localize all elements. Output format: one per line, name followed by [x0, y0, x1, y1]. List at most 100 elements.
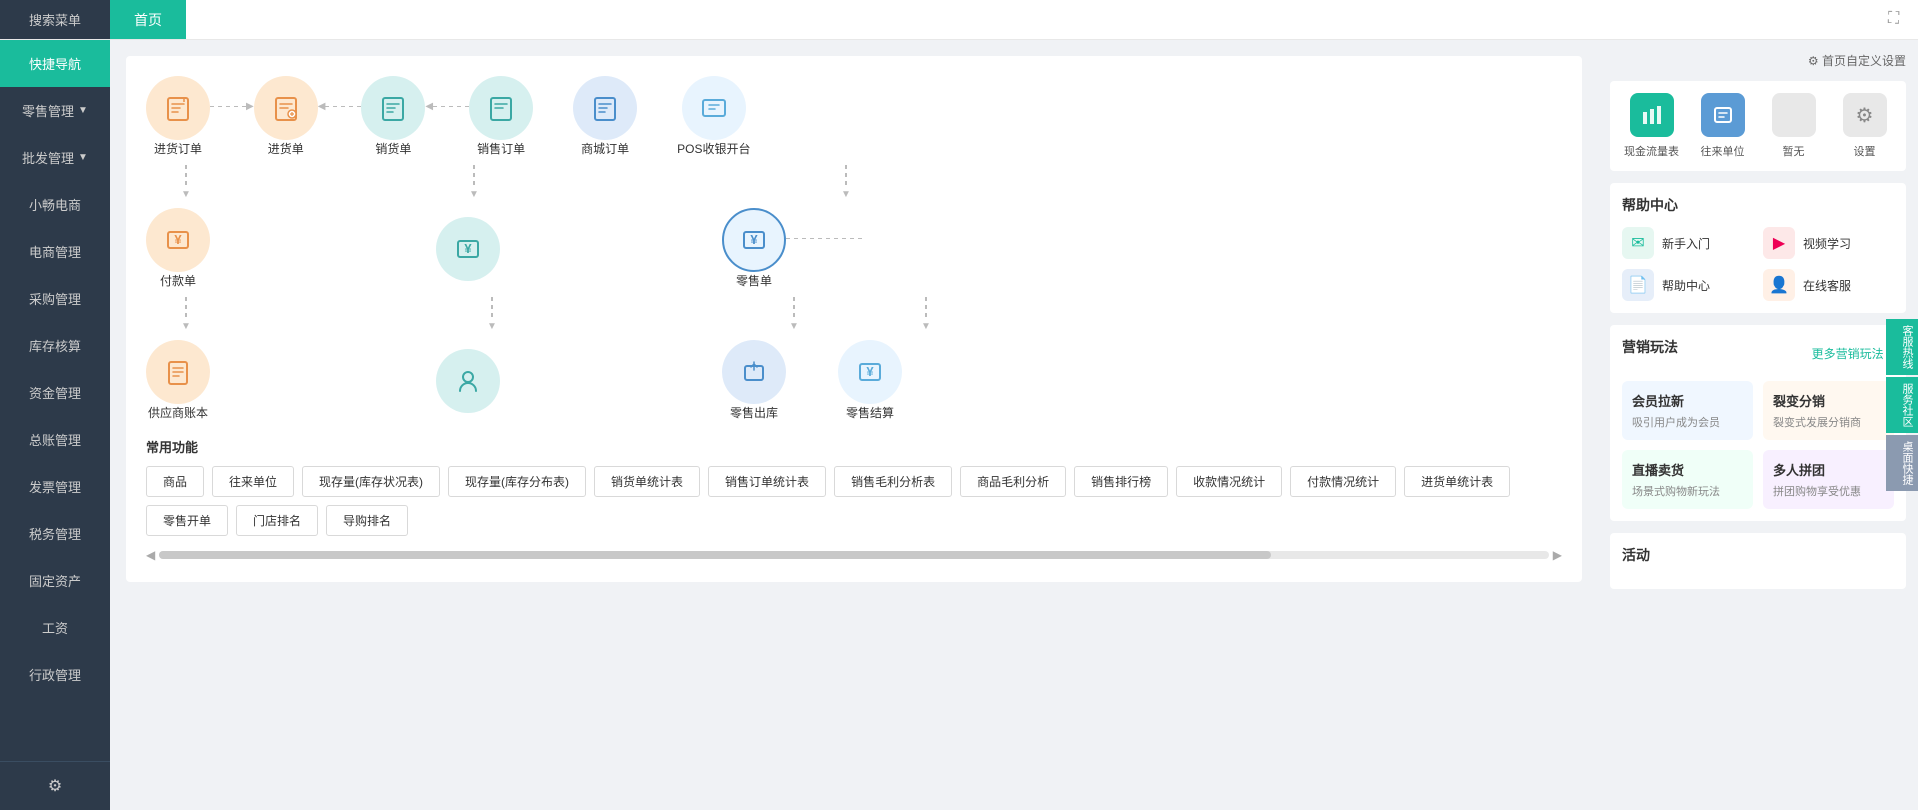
- sidebar-item-xiaochang[interactable]: 小畅电商: [0, 181, 110, 228]
- help-item-service[interactable]: 👤 在线客服: [1763, 269, 1894, 301]
- more-marketing-link[interactable]: 更多营销玩法 >: [1812, 345, 1894, 362]
- sidebar-item-tax[interactable]: 税务管理: [0, 510, 110, 557]
- sidebar-item-ecommerce[interactable]: 电商管理: [0, 228, 110, 275]
- func-btn-14[interactable]: 导购排名: [326, 505, 408, 536]
- func-btn-5[interactable]: 销售订单统计表: [708, 466, 826, 497]
- func-btn-11[interactable]: 进货单统计表: [1404, 466, 1510, 497]
- node-shoukuan[interactable]: ¥: [436, 217, 500, 281]
- node-xiaoshou-dingdan[interactable]: 销售订单: [469, 76, 533, 157]
- sidebar-item-finance[interactable]: 资金管理: [0, 369, 110, 416]
- sidebar-item-invoice[interactable]: 发票管理: [0, 463, 110, 510]
- sidebar-item-salary[interactable]: 工资: [0, 604, 110, 651]
- mkt-item-group[interactable]: 多人拼团 拼团购物享受优惠: [1763, 450, 1894, 509]
- content-area: 进货订单 ▶: [110, 40, 1918, 810]
- common-funcs-title: 常用功能: [146, 437, 1562, 456]
- home-settings-link[interactable]: ⚙ 首页自定义设置: [1610, 52, 1906, 69]
- customer-account-icon: [436, 349, 500, 413]
- scroll-track[interactable]: [159, 551, 1549, 559]
- func-btn-0[interactable]: 商品: [146, 466, 204, 497]
- func-btn-9[interactable]: 收款情况统计: [1176, 466, 1282, 497]
- sidebar-settings[interactable]: ⚙: [0, 761, 110, 810]
- float-btn-service[interactable]: 客服热线: [1886, 319, 1918, 375]
- help-doc-icon: 📄: [1622, 269, 1654, 301]
- func-btn-3[interactable]: 现存量(库存分布表): [448, 466, 586, 497]
- mkt-item-live[interactable]: 直播卖货 场景式购物新玩法: [1622, 450, 1753, 509]
- qa-item-cashflow[interactable]: 现金流量表: [1622, 93, 1681, 159]
- func-btn-6[interactable]: 销售毛利分析表: [834, 466, 952, 497]
- sidebar-item-assets[interactable]: 固定资产: [0, 557, 110, 604]
- func-btn-4[interactable]: 销货单统计表: [594, 466, 700, 497]
- scroll-right-btn[interactable]: ▶: [1553, 548, 1562, 562]
- mkt-item-fission[interactable]: 裂变分销 裂变式发展分销商: [1763, 381, 1894, 440]
- sidebar-item-retail[interactable]: 零售管理 ▼: [0, 87, 110, 134]
- node-xiaohuo-dan[interactable]: 销货单: [361, 76, 425, 157]
- qa-item-none[interactable]: 暂无: [1764, 93, 1823, 159]
- beginner-icon: ✉: [1622, 227, 1654, 259]
- fukuan-icon: ¥: [146, 208, 210, 272]
- flow-row-3: 供应商账本: [146, 340, 1562, 421]
- func-btn-10[interactable]: 付款情况统计: [1290, 466, 1396, 497]
- vert-arrows-2: ▼ ▼: [146, 297, 1562, 332]
- lingshou-dan-icon: ¥: [722, 208, 786, 272]
- func-btn-1[interactable]: 往来单位: [212, 466, 294, 497]
- node-jinhuo-dingdan[interactable]: 进货订单: [146, 76, 210, 157]
- node-shangcheng-dingdan[interactable]: 商城订单: [573, 76, 637, 157]
- svg-text:¥: ¥: [174, 232, 182, 247]
- node-pos[interactable]: POS收银开台: [677, 76, 750, 157]
- svg-text:¥: ¥: [464, 241, 472, 256]
- vert-arrows-1: ▼ ▼: [146, 165, 1562, 200]
- node-lingshou-dan[interactable]: ¥ 零售单: [722, 208, 786, 289]
- func-btn-13[interactable]: 门店排名: [236, 505, 318, 536]
- help-grid: ✉ 新手入门 ▶ 视频学习 📄 帮助中心 👤 在线客服: [1622, 227, 1894, 301]
- arrow-icon: ▼: [78, 152, 88, 163]
- none-icon: [1772, 93, 1816, 137]
- search-menu-btn[interactable]: 搜索菜单: [0, 0, 110, 39]
- node-lingshou-jiesuan[interactable]: ¥ 零售结算: [838, 340, 902, 421]
- help-item-video[interactable]: ▶ 视频学习: [1763, 227, 1894, 259]
- mkt-item-member[interactable]: 会员拉新 吸引用户成为会员: [1622, 381, 1753, 440]
- help-item-beginner[interactable]: ✉ 新手入门: [1622, 227, 1753, 259]
- node-jinhuo-dan[interactable]: 进货单: [254, 76, 318, 157]
- func-btn-12[interactable]: 零售开单: [146, 505, 228, 536]
- tab-home[interactable]: 首页: [110, 0, 186, 39]
- float-btn-desktop[interactable]: 桌面快捷: [1886, 435, 1918, 491]
- node-customer-account[interactable]: [436, 349, 500, 413]
- sidebar-item-inventory[interactable]: 库存核算: [0, 322, 110, 369]
- flow-row-2: ¥ 付款单 ¥: [146, 208, 1562, 289]
- marketing-grid: 会员拉新 吸引用户成为会员 裂变分销 裂变式发展分销商 直播卖货 场景式购物新玩…: [1622, 381, 1894, 509]
- arrow-left-1: ◀: [318, 101, 362, 132]
- node-supplier-account[interactable]: 供应商账本: [146, 340, 210, 421]
- help-card: 帮助中心 ✉ 新手入门 ▶ 视频学习 📄 帮助中心 👤: [1610, 183, 1906, 313]
- node-fukuan[interactable]: ¥ 付款单: [146, 208, 210, 289]
- func-btn-8[interactable]: 销售排行榜: [1074, 466, 1168, 497]
- sidebar-item-ledger[interactable]: 总账管理: [0, 416, 110, 463]
- jinhuo-dingdan-icon: [146, 76, 210, 140]
- service-icon: 👤: [1763, 269, 1795, 301]
- arrow-left-2: ◀: [425, 101, 469, 132]
- activity-title: 活动: [1622, 545, 1894, 565]
- qa-item-settings[interactable]: ⚙ 设置: [1835, 93, 1894, 159]
- sidebar-item-quicknav[interactable]: 快捷导航: [0, 40, 110, 87]
- shoukuan-icon: ¥: [436, 217, 500, 281]
- expand-icon[interactable]: ⛶: [1888, 10, 1908, 30]
- qa-item-contacts[interactable]: 往来单位: [1693, 93, 1752, 159]
- svg-text:¥: ¥: [866, 364, 874, 379]
- sidebar-item-admin[interactable]: 行政管理: [0, 651, 110, 698]
- svg-text:¥: ¥: [750, 232, 758, 247]
- video-icon: ▶: [1763, 227, 1795, 259]
- func-btn-2[interactable]: 现存量(库存状况表): [302, 466, 440, 497]
- sidebar-item-wholesale[interactable]: 批发管理 ▼: [0, 134, 110, 181]
- node-lingshou-chuku[interactable]: 零售出库: [722, 340, 786, 421]
- sidebar-item-purchase[interactable]: 采购管理: [0, 275, 110, 322]
- marketing-title: 营销玩法: [1622, 337, 1678, 357]
- contacts-icon: [1701, 93, 1745, 137]
- main-layout: 快捷导航 零售管理 ▼ 批发管理 ▼ 小畅电商 电商管理 采购管理 库存核算 资…: [0, 40, 1918, 810]
- help-item-help[interactable]: 📄 帮助中心: [1622, 269, 1753, 301]
- func-btn-7[interactable]: 商品毛利分析: [960, 466, 1066, 497]
- float-buttons: 客服热线 服务社区 桌面快捷: [1886, 319, 1918, 491]
- scroll-left-btn[interactable]: ◀: [146, 548, 155, 562]
- jinhuo-dan-icon: [254, 76, 318, 140]
- top-bar: 搜索菜单 首页 ⛶: [0, 0, 1918, 40]
- float-btn-community[interactable]: 服务社区: [1886, 377, 1918, 433]
- marketing-header: 营销玩法 更多营销玩法 >: [1622, 337, 1894, 369]
